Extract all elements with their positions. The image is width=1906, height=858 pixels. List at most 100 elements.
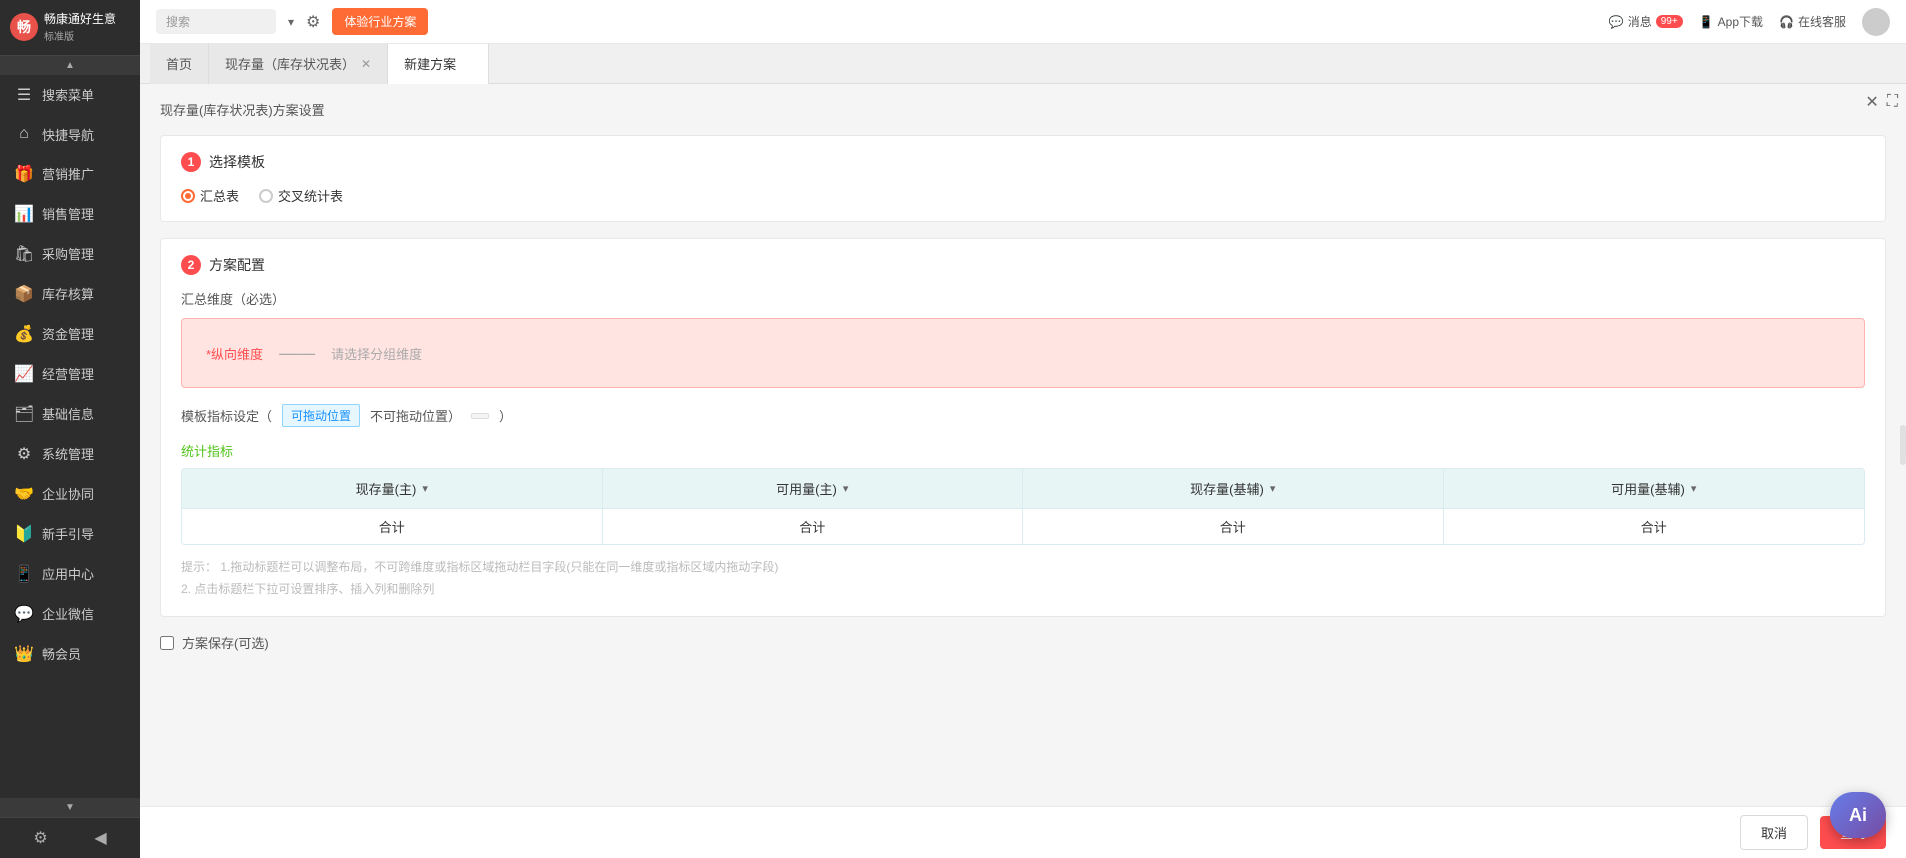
topbar-search: 搜索 — [156, 9, 276, 34]
sidebar-item-label: 基础信息 — [42, 404, 94, 423]
wechat-icon: 💬 — [14, 604, 34, 624]
sidebar-scroll-down[interactable]: ▼ — [0, 798, 140, 817]
tab-new-close[interactable]: ✕ — [462, 57, 472, 71]
stats-table: 现存量(主) ▾ 可用量(主) ▾ 现存量(基辅) ▾ 可用量(基辅) — [181, 468, 1865, 545]
sidebar-item-wechat[interactable]: 💬 企业微信 — [0, 594, 140, 634]
col-header-3[interactable]: 可用量(基辅) ▾ — [1444, 469, 1865, 508]
user-avatar[interactable] — [1862, 8, 1890, 36]
app-download-item[interactable]: 📱 App下载 — [1699, 13, 1763, 30]
tab-inventory-close[interactable]: ✕ — [361, 57, 371, 71]
col-cell-1: 合计 — [603, 508, 1024, 544]
sidebar-item-sales[interactable]: 📊 销售管理 — [0, 194, 140, 234]
finance-icon: 💰 — [14, 324, 34, 344]
sidebar-item-purchase[interactable]: 🛍 采购管理 — [0, 234, 140, 274]
expand-window-btn[interactable]: ⛶ — [1887, 93, 1898, 111]
tab-inventory-status[interactable]: 现存量（库存状况表） ✕ — [209, 44, 388, 84]
inventory-icon: 📦 — [14, 284, 34, 304]
ai-bubble[interactable]: Ai — [1830, 792, 1886, 838]
app-name: 畅康通好生意 — [44, 12, 116, 28]
col-header-0[interactable]: 现存量(主) ▾ — [182, 469, 603, 508]
sidebar-item-basic-info[interactable]: 🗂 基础信息 — [0, 394, 140, 434]
footer-bar: 取消 查询 — [140, 806, 1906, 858]
quick-nav-icon: ⌂ — [14, 125, 34, 143]
sidebar-item-label: 销售管理 — [42, 204, 94, 223]
col-0-dropdown-icon[interactable]: ▾ — [422, 482, 428, 495]
settings-footer-icon[interactable]: ⚙ — [33, 828, 47, 848]
app-logo: 畅 畅康通好生意 标准版 — [0, 0, 140, 56]
sidebar-item-operations[interactable]: 📈 经营管理 — [0, 354, 140, 394]
page-title: 现存量(库存状况表)方案设置 — [160, 100, 1886, 119]
save-option: 方案保存(可选) — [160, 633, 1886, 652]
tab-home[interactable]: 首页 — [150, 44, 209, 84]
col-3-dropdown-icon[interactable]: ▾ — [1691, 482, 1697, 495]
stats-table-header: 现存量(主) ▾ 可用量(主) ▾ 现存量(基辅) ▾ 可用量(基辅) — [182, 469, 1864, 508]
dimension-area[interactable]: *纵向维度 —— 请选择分组维度 — [181, 318, 1865, 388]
sidebar-item-label: 应用中心 — [42, 564, 94, 583]
save-checkbox[interactable] — [160, 636, 174, 650]
dimension-arrow: —— — [279, 343, 315, 364]
radio-cross[interactable]: 交叉统计表 — [259, 186, 343, 205]
sidebar-item-app-center[interactable]: 📱 应用中心 — [0, 554, 140, 594]
sidebar-scroll-up[interactable]: ▲ — [0, 56, 140, 75]
step2-header: 2 方案配置 — [181, 255, 1865, 275]
search-menu-icon: ☰ — [14, 85, 34, 105]
system-icon: ⚙ — [14, 444, 34, 464]
tip-1: 提示： 1.拖动标题栏可以调整布局，不可跨维度或指标区域拖动栏目字段(只能在同一… — [181, 557, 1865, 579]
cancel-button[interactable]: 取消 — [1740, 815, 1808, 850]
col-cell-0: 合计 — [182, 508, 603, 544]
collapse-icon[interactable]: ◀ — [94, 828, 106, 848]
sidebar-footer: ⚙ ◀ — [0, 817, 140, 858]
close-window-btn[interactable]: ✕ — [1865, 92, 1878, 112]
col-1-dropdown-icon[interactable]: ▾ — [843, 482, 849, 495]
sidebar-item-label: 快捷导航 — [42, 125, 94, 144]
trial-btn[interactable]: 体验行业方案 — [332, 8, 428, 35]
template-radio-group: 汇总表 交叉统计表 — [181, 186, 1865, 205]
indicator-fixed-text: 不可拖动位置） — [370, 406, 461, 425]
message-badge: 99+ — [1656, 15, 1683, 28]
topbar-gear-icon[interactable]: ⚙ — [306, 12, 320, 32]
sidebar-item-member[interactable]: 👑 畅会员 — [0, 634, 140, 674]
sidebar-item-inventory[interactable]: 📦 库存核算 — [0, 274, 140, 314]
dimension-required-label: *纵向维度 — [206, 344, 263, 363]
radio-summary[interactable]: 汇总表 — [181, 186, 239, 205]
sidebar-item-guide[interactable]: 🔰 新手引导 — [0, 514, 140, 554]
ai-label: Ai — [1849, 805, 1867, 826]
message-icon: 💬 — [1609, 15, 1624, 29]
sidebar-item-system[interactable]: ⚙ 系统管理 — [0, 434, 140, 474]
sidebar-item-label: 企业协同 — [42, 484, 94, 503]
online-service-item[interactable]: 🎧 在线客服 — [1779, 13, 1846, 30]
stats-section: 统计指标 现存量(主) ▾ 可用量(主) ▾ 现存量(基辅) — [181, 441, 1865, 545]
topbar-dropdown[interactable]: ▾ — [288, 15, 294, 29]
col-header-2-label: 现存量(基辅) — [1190, 479, 1264, 498]
indicator-fixed-tag — [471, 413, 489, 419]
sidebar-item-label: 搜索菜单 — [42, 85, 94, 104]
col-2-dropdown-icon[interactable]: ▾ — [1270, 482, 1276, 495]
indicator-draggable-tag: 可拖动位置 — [282, 404, 360, 427]
message-label: 消息 — [1628, 13, 1652, 30]
col-header-2[interactable]: 现存量(基辅) ▾ — [1023, 469, 1444, 508]
operations-icon: 📈 — [14, 364, 34, 384]
sidebar-item-label: 库存核算 — [42, 284, 94, 303]
app-sub: 标准版 — [44, 28, 116, 43]
sidebar-item-finance[interactable]: 💰 资金管理 — [0, 314, 140, 354]
content-area: ✕ ⛶ 现存量(库存状况表)方案设置 1 选择模板 汇总表 交叉统计表 — [140, 84, 1906, 806]
tab-new-plan[interactable]: 新建方案 ✕ — [388, 44, 489, 84]
tab-home-label: 首页 — [166, 54, 192, 73]
step2-title: 方案配置 — [209, 255, 265, 275]
sidebar-item-label: 营销推广 — [42, 164, 94, 183]
col-header-1[interactable]: 可用量(主) ▾ — [603, 469, 1024, 508]
app-download-icon: 📱 — [1699, 15, 1714, 29]
col-header-1-label: 可用量(主) — [776, 479, 837, 498]
tab-new-label: 新建方案 — [404, 54, 456, 73]
stats-table-body: 合计 合计 合计 合计 — [182, 508, 1864, 544]
sidebar-item-cooperation[interactable]: 🤝 企业协同 — [0, 474, 140, 514]
save-label: 方案保存(可选) — [182, 633, 269, 652]
sidebar-item-quick-nav[interactable]: ⌂ 快捷导航 — [0, 115, 140, 154]
sidebar-item-label: 采购管理 — [42, 244, 94, 263]
message-item[interactable]: 💬 消息 99+ — [1609, 13, 1683, 30]
step1-header: 1 选择模板 — [181, 152, 1865, 172]
sidebar-item-search-menu[interactable]: ☰ 搜索菜单 — [0, 75, 140, 115]
sidebar-item-marketing[interactable]: 🎁 营销推广 — [0, 154, 140, 194]
main-area: 搜索 ▾ ⚙ 体验行业方案 💬 消息 99+ 📱 App下载 🎧 在线客服 首页 — [140, 0, 1906, 858]
resize-handle[interactable] — [1900, 425, 1906, 465]
